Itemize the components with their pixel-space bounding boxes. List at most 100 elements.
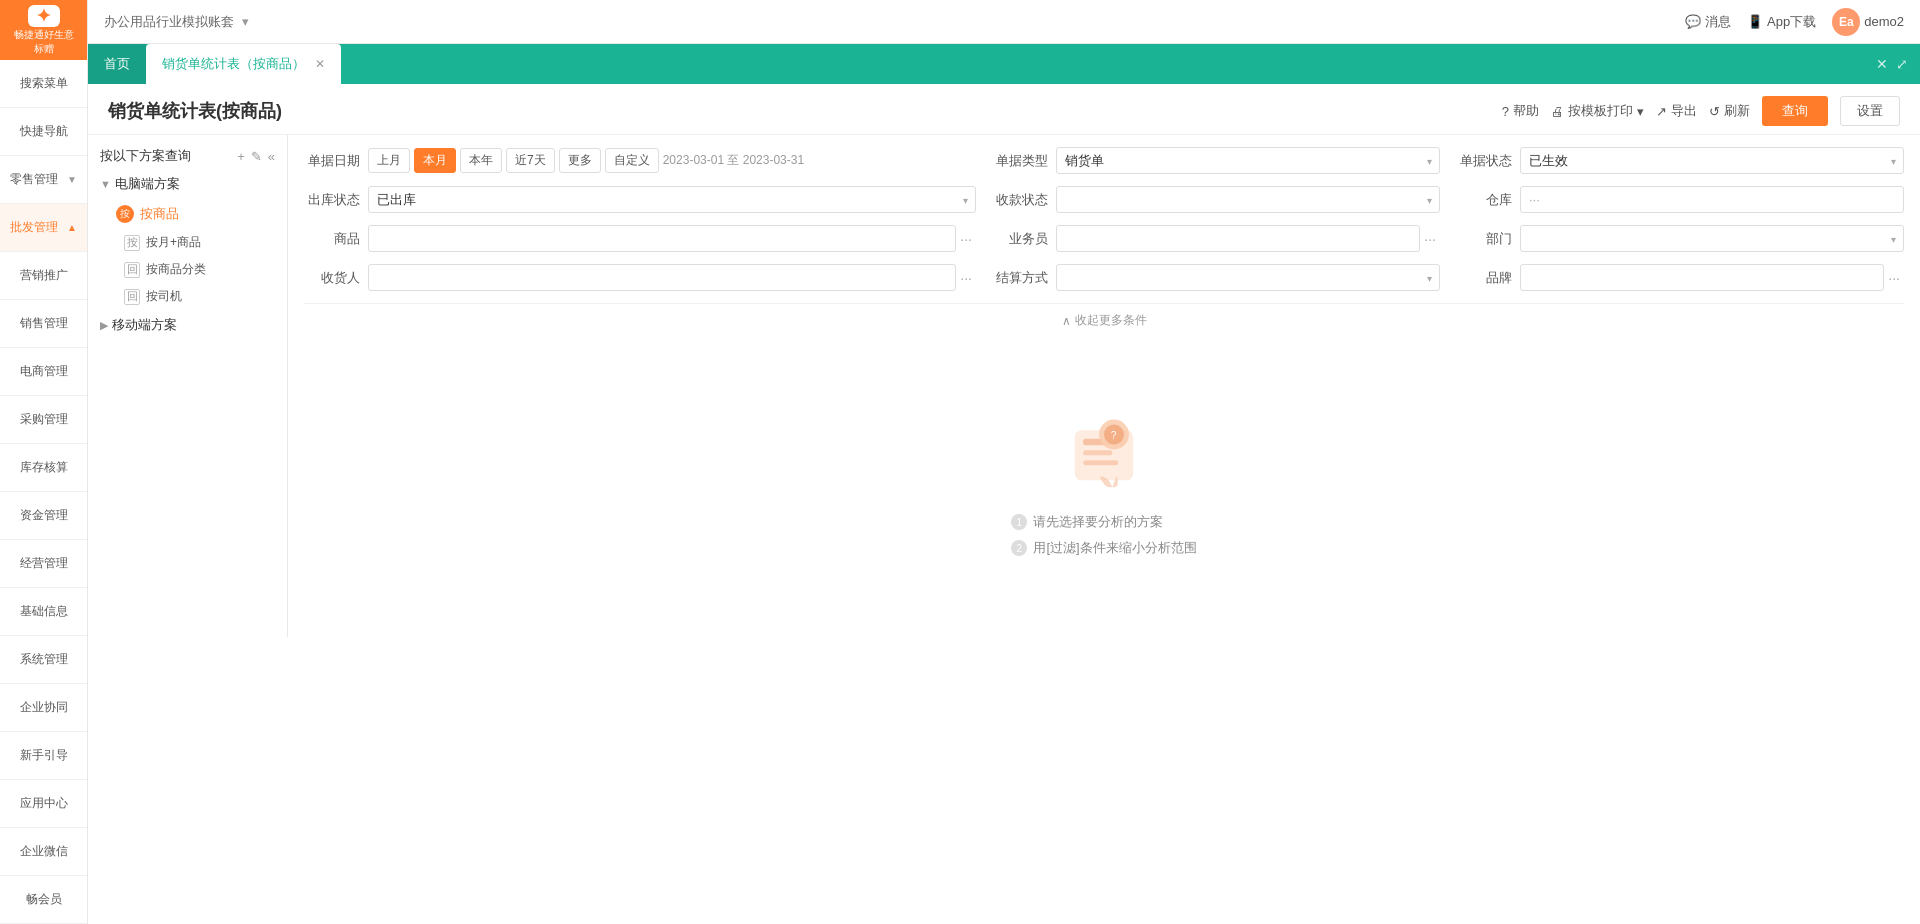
scheme-item-icon-product: 按 bbox=[116, 205, 134, 223]
refresh-btn[interactable]: ↺ 刷新 bbox=[1709, 102, 1750, 120]
maximize-window-btn[interactable]: ⤢ bbox=[1896, 56, 1908, 72]
brand-input[interactable] bbox=[1520, 264, 1884, 291]
sidebar-item-inventory[interactable]: 库存核算 bbox=[0, 444, 87, 492]
product-control: ··· bbox=[368, 225, 976, 252]
filter-product-field: 商品 ··· bbox=[304, 225, 976, 252]
scheme-header-label: 按以下方案查询 bbox=[100, 147, 191, 165]
tab-home-label: 首页 bbox=[104, 55, 130, 73]
username-label: demo2 bbox=[1864, 14, 1904, 29]
bill-type-select[interactable]: 销货单 bbox=[1056, 147, 1440, 174]
scheme-sub-icon-1: 按 bbox=[124, 235, 140, 251]
empty-hint-2: 2 用[过滤]条件来缩小分析范围 bbox=[1011, 539, 1196, 557]
sidebar-item-newbie[interactable]: 新手引导 bbox=[0, 732, 87, 780]
product-input[interactable] bbox=[368, 225, 956, 252]
user-area[interactable]: Ea demo2 bbox=[1832, 8, 1904, 36]
tab-close-btn[interactable]: ✕ bbox=[315, 57, 325, 71]
brand-control: ··· bbox=[1520, 264, 1904, 291]
collapse-label: 收起更多条件 bbox=[1075, 312, 1147, 329]
sidebar: ✦ 畅捷通好生意 标赠 搜索菜单 快捷导航 零售管理▼ 批发管理▲ 营销推广 销… bbox=[0, 0, 88, 924]
page-wrapper: 销货单统计表(按商品) ? 帮助 🖨 按模板打印 ▾ ↗ 导出 bbox=[88, 84, 1920, 924]
filter-warehouse-field: 仓库 ··· bbox=[1456, 186, 1904, 213]
sidebar-item-system[interactable]: 系统管理 bbox=[0, 636, 87, 684]
sidebar-item-corp[interactable]: 企业协同 bbox=[0, 684, 87, 732]
scheme-edit-btn[interactable]: ✎ bbox=[251, 149, 262, 164]
out-status-select[interactable]: 已出库 bbox=[368, 186, 976, 213]
scheme-category-mobile[interactable]: ▶ 移动端方案 bbox=[88, 310, 287, 340]
topnav-left: 办公用品行业模拟账套 ▾ bbox=[104, 13, 249, 31]
scheme-add-btn[interactable]: + bbox=[237, 149, 245, 164]
tab-report[interactable]: 销货单统计表（按商品） ✕ bbox=[146, 44, 341, 84]
brand-dots[interactable]: ··· bbox=[1884, 270, 1904, 286]
settlement-label: 结算方式 bbox=[992, 269, 1048, 287]
scheme-item-by-cashier[interactable]: 回 按司机 bbox=[88, 283, 287, 310]
svg-rect-3 bbox=[1083, 460, 1118, 465]
empty-hint-1-text: 请先选择要分析的方案 bbox=[1033, 513, 1163, 531]
salesman-input[interactable] bbox=[1056, 225, 1420, 252]
collapse-arrow-icon: ∧ bbox=[1062, 314, 1071, 328]
help-btn[interactable]: ? 帮助 bbox=[1502, 102, 1539, 120]
date-btn-7days[interactable]: 近7天 bbox=[506, 148, 555, 173]
date-filter: 上月 本月 本年 近7天 更多 自定义 2023-03-01 至 2023-03… bbox=[368, 148, 804, 173]
sidebar-item-member[interactable]: 畅会员 bbox=[0, 876, 87, 924]
bill-status-select[interactable]: 已生效 bbox=[1520, 147, 1904, 174]
sidebar-item-basic[interactable]: 基础信息 bbox=[0, 588, 87, 636]
scheme-item-by-product[interactable]: 按 按商品 bbox=[88, 199, 287, 229]
scheme-item-product-label: 按商品 bbox=[140, 205, 179, 223]
settlement-select[interactable] bbox=[1056, 264, 1440, 291]
date-btn-this-year[interactable]: 本年 bbox=[460, 148, 502, 173]
filter-out-status-field: 出库状态 已出库 ▾ bbox=[304, 186, 976, 213]
sidebar-item-wholesale[interactable]: 批发管理▲ bbox=[0, 204, 87, 252]
consignee-dots[interactable]: ··· bbox=[956, 270, 976, 286]
tab-report-label: 销货单统计表（按商品） bbox=[162, 55, 305, 73]
product-dots[interactable]: ··· bbox=[956, 231, 976, 247]
logo-area: ✦ 畅捷通好生意 标赠 bbox=[0, 0, 87, 60]
sidebar-item-search[interactable]: 搜索菜单 bbox=[0, 60, 87, 108]
sidebar-item-sales[interactable]: 销售管理 bbox=[0, 300, 87, 348]
scheme-category-pc[interactable]: ▼ 电脑端方案 bbox=[88, 169, 287, 199]
topnav: 办公用品行业模拟账套 ▾ 💬 消息 📱 App下载 Ea demo2 bbox=[88, 0, 1920, 44]
collapse-bar[interactable]: ∧ 收起更多条件 bbox=[304, 303, 1904, 337]
date-range-text: 2023-03-01 至 2023-03-31 bbox=[663, 152, 804, 169]
date-label: 单据日期 bbox=[304, 152, 360, 170]
date-btn-more[interactable]: 更多 bbox=[559, 148, 601, 173]
date-btn-this-month[interactable]: 本月 bbox=[414, 148, 456, 173]
dept-select[interactable] bbox=[1520, 225, 1904, 252]
filter-area: 单据日期 上月 本月 本年 近7天 更多 自定义 2023-03-01 至 20… bbox=[288, 135, 1920, 637]
filter-bill-status-field: 单据状态 已生效 ▾ bbox=[1456, 147, 1904, 174]
app-download-label: App下载 bbox=[1767, 13, 1816, 31]
scheme-collapse-btn[interactable]: « bbox=[268, 149, 275, 164]
message-btn[interactable]: 💬 消息 bbox=[1685, 13, 1731, 31]
filter-consignee-field: 收货人 ··· bbox=[304, 264, 976, 291]
consignee-input[interactable] bbox=[368, 264, 956, 291]
empty-hint-2-text: 用[过滤]条件来缩小分析范围 bbox=[1033, 539, 1196, 557]
logo-sub: 标赠 bbox=[34, 43, 54, 55]
sidebar-item-marketing[interactable]: 营销推广 bbox=[0, 252, 87, 300]
warehouse-input[interactable]: ··· bbox=[1520, 186, 1904, 213]
sidebar-item-ecom[interactable]: 电商管理 bbox=[0, 348, 87, 396]
sidebar-item-purchase[interactable]: 采购管理 bbox=[0, 396, 87, 444]
print-btn[interactable]: 🖨 按模板打印 ▾ bbox=[1551, 102, 1644, 120]
date-btn-custom[interactable]: 自定义 bbox=[605, 148, 659, 173]
export-label: 导出 bbox=[1671, 102, 1697, 120]
empty-hints: 1 请先选择要分析的方案 2 用[过滤]条件来缩小分析范围 bbox=[1011, 513, 1196, 565]
sidebar-item-wechat[interactable]: 企业微信 bbox=[0, 828, 87, 876]
query-btn[interactable]: 查询 bbox=[1762, 96, 1828, 126]
salesman-dots[interactable]: ··· bbox=[1420, 231, 1440, 247]
export-btn[interactable]: ↗ 导出 bbox=[1656, 102, 1697, 120]
sidebar-item-finance[interactable]: 资金管理 bbox=[0, 492, 87, 540]
industry-dropdown-icon[interactable]: ▾ bbox=[242, 14, 249, 29]
scheme-header: 按以下方案查询 + ✎ « bbox=[88, 143, 287, 169]
date-btn-last-month[interactable]: 上月 bbox=[368, 148, 410, 173]
settings-btn[interactable]: 设置 bbox=[1840, 96, 1900, 126]
sidebar-item-appcenter[interactable]: 应用中心 bbox=[0, 780, 87, 828]
collect-status-select[interactable] bbox=[1056, 186, 1440, 213]
sidebar-item-quicknav[interactable]: 快捷导航 bbox=[0, 108, 87, 156]
scheme-item-by-category[interactable]: 回 按商品分类 bbox=[88, 256, 287, 283]
sidebar-item-retail[interactable]: 零售管理▼ bbox=[0, 156, 87, 204]
app-download-btn[interactable]: 📱 App下载 bbox=[1747, 13, 1816, 31]
close-window-btn[interactable]: ✕ bbox=[1876, 56, 1888, 72]
scheme-item-by-month-product[interactable]: 按 按月+商品 bbox=[88, 229, 287, 256]
message-icon: 💬 bbox=[1685, 14, 1701, 29]
tab-home[interactable]: 首页 bbox=[88, 44, 146, 84]
sidebar-item-ops[interactable]: 经营管理 bbox=[0, 540, 87, 588]
